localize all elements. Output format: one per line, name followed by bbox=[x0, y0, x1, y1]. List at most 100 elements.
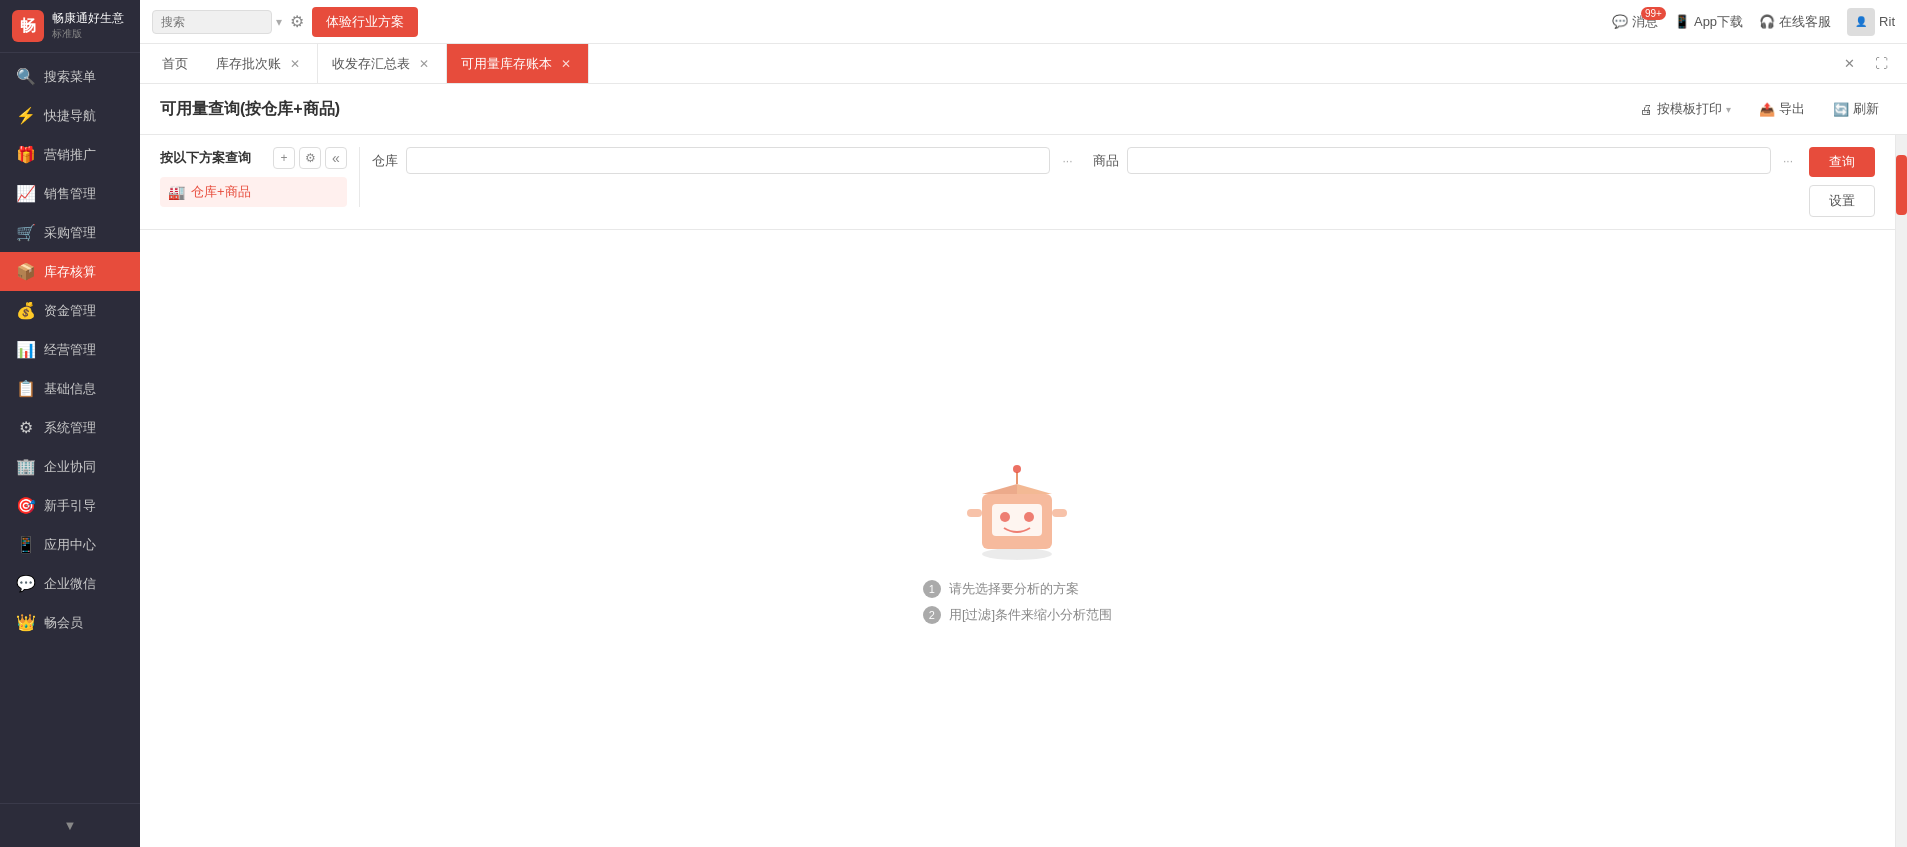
sidebar-item-label: 企业协同 bbox=[44, 458, 96, 476]
empty-tips: 1 请先选择要分析的方案 2 用[过滤]条件来缩小分析范围 bbox=[923, 580, 1112, 624]
sidebar-item-label: 畅会员 bbox=[44, 614, 83, 632]
goods-label: 商品 bbox=[1093, 152, 1119, 170]
tabs-fullscreen-button[interactable]: ⛶ bbox=[1867, 50, 1895, 78]
tab-close-deposit-summary[interactable]: ✕ bbox=[416, 56, 432, 72]
user-avatar-button[interactable]: 👤 Rit bbox=[1847, 8, 1895, 36]
export-icon: 📤 bbox=[1759, 102, 1775, 117]
sidebar-item-label: 新手引导 bbox=[44, 497, 96, 515]
warehouse-input[interactable] bbox=[406, 147, 1050, 174]
user-initials: 👤 bbox=[1855, 16, 1867, 27]
main-scroll-container: 按以下方案查询 + ⚙ « 🏭 仓库+商品 bbox=[140, 135, 1907, 847]
scrollbar-thumb bbox=[1896, 155, 1907, 215]
sidebar-item-wechat[interactable]: 💬 企业微信 bbox=[0, 564, 140, 603]
tab-close-available-qty[interactable]: ✕ bbox=[558, 56, 574, 72]
building-icon: 🏢 bbox=[16, 457, 36, 476]
sidebar-item-finance[interactable]: 💰 资金管理 bbox=[0, 291, 140, 330]
settings-button[interactable]: 设置 bbox=[1809, 185, 1875, 217]
scheme-item-warehouse-goods[interactable]: 🏭 仓库+商品 bbox=[160, 177, 347, 207]
page-content: 可用量查询(按仓库+商品) 🖨 按模板打印 ▾ 📤 导出 🔄 刷新 bbox=[140, 84, 1907, 847]
app-download-label: App下载 bbox=[1694, 13, 1743, 31]
sidebar-item-search[interactable]: 🔍 搜索菜单 bbox=[0, 57, 140, 96]
chevron-down-icon: ▾ bbox=[276, 15, 282, 29]
sidebar-item-quick-nav[interactable]: ⚡ 快捷导航 bbox=[0, 96, 140, 135]
tab-batch-account[interactable]: 库存批次账 ✕ bbox=[202, 44, 318, 83]
page-title: 可用量查询(按仓库+商品) bbox=[160, 99, 340, 120]
user-name: Rit bbox=[1879, 14, 1895, 29]
chat-icon: 💬 bbox=[16, 574, 36, 593]
tab-available-qty[interactable]: 可用量库存账本 ✕ bbox=[447, 44, 589, 83]
dropdown-icon: ▾ bbox=[1726, 104, 1731, 115]
clipboard-icon: 📋 bbox=[16, 379, 36, 398]
quick-nav-icon: ⚡ bbox=[16, 106, 36, 125]
headset-icon: 🎧 bbox=[1759, 14, 1775, 29]
export-button[interactable]: 📤 导出 bbox=[1751, 96, 1813, 122]
sidebar-bottom: ▼ bbox=[0, 803, 140, 847]
sidebar-item-label: 经营管理 bbox=[44, 341, 96, 359]
avatar: 👤 bbox=[1847, 8, 1875, 36]
search-input[interactable] bbox=[152, 10, 272, 34]
filter-sidebar-header: 按以下方案查询 + ⚙ « bbox=[160, 147, 347, 169]
sidebar-scroll-down[interactable]: ▼ bbox=[0, 812, 140, 839]
trial-industry-button[interactable]: 体验行业方案 bbox=[312, 7, 418, 37]
warehouse-more-button[interactable]: ··· bbox=[1058, 152, 1076, 170]
box-icon: 📦 bbox=[16, 262, 36, 281]
sidebar-item-label: 采购管理 bbox=[44, 224, 96, 242]
sidebar-item-label: 系统管理 bbox=[44, 419, 96, 437]
sidebar-item-enterprise[interactable]: 🏢 企业协同 bbox=[0, 447, 140, 486]
tab-deposit-summary[interactable]: 收发存汇总表 ✕ bbox=[318, 44, 447, 83]
sidebar-item-apps[interactable]: 📱 应用中心 bbox=[0, 525, 140, 564]
sidebar-item-label: 营销推广 bbox=[44, 146, 96, 164]
sidebar-logo: 畅 bbox=[12, 10, 44, 42]
warehouse-label: 仓库 bbox=[372, 152, 398, 170]
print-template-button[interactable]: 🖨 按模板打印 ▾ bbox=[1632, 96, 1739, 122]
sidebar-item-purchase[interactable]: 🛒 采购管理 bbox=[0, 213, 140, 252]
tab-label: 库存批次账 bbox=[216, 55, 281, 73]
svg-point-4 bbox=[1024, 512, 1034, 522]
tabs-bar: 首页 库存批次账 ✕ 收发存汇总表 ✕ 可用量库存账本 ✕ ✕ ⛶ bbox=[140, 44, 1907, 84]
sidebar-item-operations[interactable]: 📊 经营管理 bbox=[0, 330, 140, 369]
scheme-item-label: 仓库+商品 bbox=[191, 183, 251, 201]
sidebar-item-label: 快捷导航 bbox=[44, 107, 96, 125]
sidebar-item-marketing[interactable]: 🎁 营销推广 bbox=[0, 135, 140, 174]
right-scrollbar[interactable] bbox=[1895, 135, 1907, 847]
refresh-label: 刷新 bbox=[1853, 100, 1879, 118]
refresh-button[interactable]: 🔄 刷新 bbox=[1825, 96, 1887, 122]
svg-point-0 bbox=[982, 548, 1052, 560]
tabs-right-actions: ✕ ⛶ bbox=[1835, 50, 1899, 78]
warehouse-filter-group: 仓库 ··· bbox=[372, 147, 1077, 174]
empty-tip-1: 1 请先选择要分析的方案 bbox=[923, 580, 1112, 598]
empty-illustration bbox=[962, 454, 1072, 564]
sidebar-item-label: 库存核算 bbox=[44, 263, 96, 281]
add-scheme-button[interactable]: + bbox=[273, 147, 295, 169]
sidebar-brand: 畅康通好生意 标准版 bbox=[52, 11, 124, 41]
goods-input[interactable] bbox=[1127, 147, 1771, 174]
empty-state: 1 请先选择要分析的方案 2 用[过滤]条件来缩小分析范围 bbox=[923, 454, 1112, 624]
collapse-scheme-button[interactable]: « bbox=[325, 147, 347, 169]
tab-close-batch-account[interactable]: ✕ bbox=[287, 56, 303, 72]
sidebar-item-member[interactable]: 👑 畅会员 bbox=[0, 603, 140, 642]
sidebar-item-basic[interactable]: 📋 基础信息 bbox=[0, 369, 140, 408]
sidebar: 畅 畅康通好生意 标准版 🔍 搜索菜单 ⚡ 快捷导航 🎁 营销推广 📈 销售管理… bbox=[0, 0, 140, 847]
tab-label: 收发存汇总表 bbox=[332, 55, 410, 73]
tip-2-number: 2 bbox=[923, 606, 941, 624]
message-button[interactable]: 💬 消息 99+ bbox=[1612, 13, 1658, 31]
settings-icon[interactable]: ⚙ bbox=[290, 12, 304, 31]
tab-home[interactable]: 首页 bbox=[148, 44, 202, 83]
cart-icon: 🛒 bbox=[16, 223, 36, 242]
goods-more-button[interactable]: ··· bbox=[1779, 152, 1797, 170]
sidebar-title: 畅康通好生意 bbox=[52, 11, 124, 27]
top-header: ▾ ⚙ 体验行业方案 💬 消息 99+ 📱 App下载 🎧 在线客服 👤 bbox=[140, 0, 1907, 44]
sidebar-item-sales[interactable]: 📈 销售管理 bbox=[0, 174, 140, 213]
refresh-icon: 🔄 bbox=[1833, 102, 1849, 117]
edit-scheme-button[interactable]: ⚙ bbox=[299, 147, 321, 169]
money-icon: 💰 bbox=[16, 301, 36, 320]
message-icon: 💬 bbox=[1612, 14, 1628, 29]
query-button[interactable]: 查询 bbox=[1809, 147, 1875, 177]
sidebar-item-system[interactable]: ⚙ 系统管理 bbox=[0, 408, 140, 447]
online-service-button[interactable]: 🎧 在线客服 bbox=[1759, 13, 1831, 31]
gear-icon: ⚙ bbox=[16, 418, 36, 437]
sidebar-item-inventory[interactable]: 📦 库存核算 bbox=[0, 252, 140, 291]
tabs-close-all-button[interactable]: ✕ bbox=[1835, 50, 1863, 78]
app-download-button[interactable]: 📱 App下载 bbox=[1674, 13, 1743, 31]
sidebar-item-newbie[interactable]: 🎯 新手引导 bbox=[0, 486, 140, 525]
